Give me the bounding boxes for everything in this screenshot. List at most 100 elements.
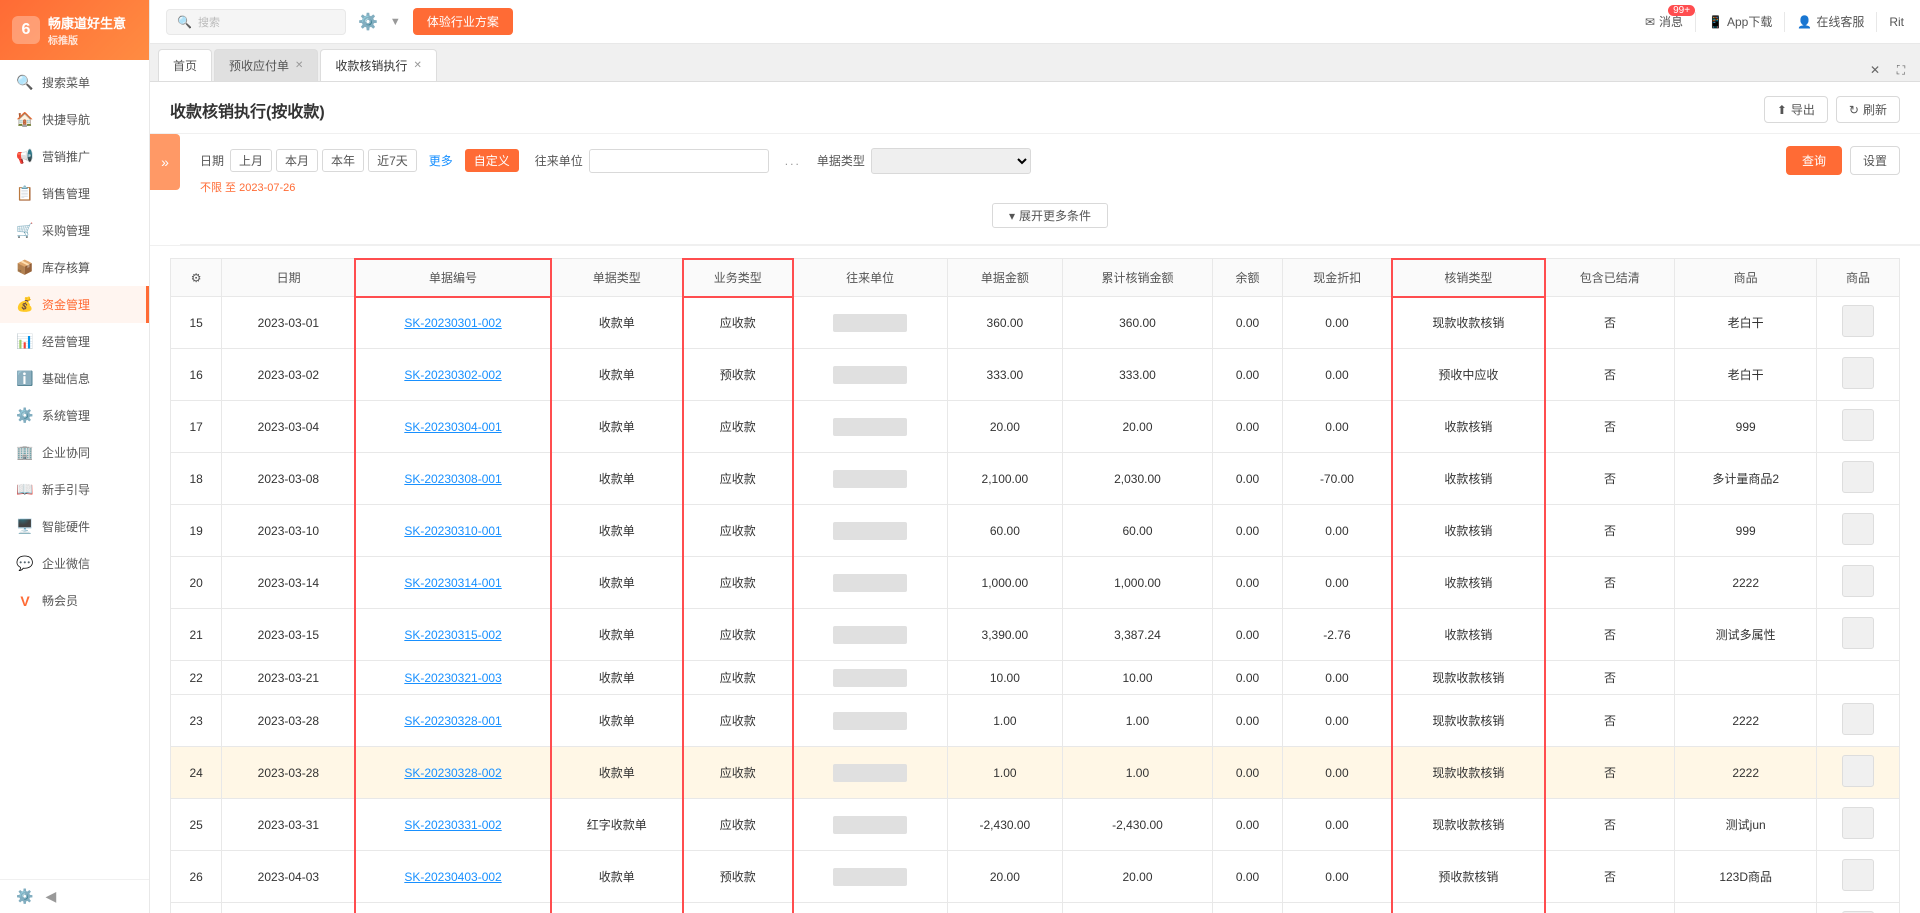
- bill-no-link[interactable]: SK-20230308-001: [404, 472, 501, 486]
- app-download-button[interactable]: 📱 App下载: [1708, 13, 1772, 30]
- cell-include-settled: 否: [1545, 747, 1675, 799]
- finance-icon: 💰: [16, 296, 34, 313]
- cell-verify-type: 预收中应收: [1392, 349, 1544, 401]
- export-button[interactable]: ⬆ 导出: [1764, 96, 1828, 123]
- date-last-month-btn[interactable]: 上月: [230, 149, 272, 172]
- table-body: 152023-03-01SK-20230301-002收款单应收款████360…: [171, 297, 1900, 913]
- bill-no-link[interactable]: SK-20230304-001: [404, 420, 501, 434]
- cell-bill-no[interactable]: SK-20230328-002: [355, 747, 550, 799]
- sidebar-item-purchase[interactable]: 🛒 采购管理: [0, 212, 149, 249]
- date-this-month-btn[interactable]: 本月: [276, 149, 318, 172]
- bill-no-link[interactable]: SK-20230310-001: [404, 524, 501, 538]
- cell-biz-type: 预收款: [683, 851, 793, 903]
- cell-bill-no[interactable]: SK-20230304-001: [355, 401, 550, 453]
- cell-goods: 999: [1675, 401, 1817, 453]
- col-settings[interactable]: ⚙: [171, 259, 222, 297]
- app-edition: 标推版: [48, 32, 126, 47]
- cell-bill-no[interactable]: SK-20230314-001: [355, 557, 550, 609]
- online-service-button[interactable]: 👤 在线客服: [1797, 13, 1864, 30]
- date-filter-label: 日期: [200, 152, 224, 169]
- cell-bill-no[interactable]: SK-20230310-001: [355, 505, 550, 557]
- bill-no-link[interactable]: SK-20230403-002: [404, 870, 501, 884]
- cell-cash-discount: 0.00: [1282, 349, 1392, 401]
- cell-bill-no[interactable]: SK-20230331-002: [355, 799, 550, 851]
- collapse-sidebar-icon[interactable]: ◀: [45, 888, 56, 905]
- sidebar-item-search[interactable]: 🔍 搜索菜单: [0, 64, 149, 101]
- tab-collection-label: 收款核销执行: [335, 57, 407, 74]
- cell-date: 2023-03-14: [222, 557, 356, 609]
- tab-prepay-close-icon[interactable]: ✕: [295, 60, 303, 71]
- col-date: 日期: [222, 259, 356, 297]
- query-button[interactable]: 查询: [1786, 146, 1842, 175]
- cell-bill-no[interactable]: SK-20230301-002: [355, 297, 550, 349]
- cell-balance: 0.00: [1213, 505, 1282, 557]
- sidebar-item-operations[interactable]: 📊 经营管理: [0, 323, 149, 360]
- page-header: 收款核销执行(按收款) ⬆ 导出 ↻ 刷新: [150, 82, 1920, 134]
- sidebar-item-marketing[interactable]: 📢 营销推广: [0, 138, 149, 175]
- sidebar-item-guide[interactable]: 📖 新手引导: [0, 471, 149, 508]
- filter-date-item: 日期 上月 本月 本年 近7天 更多 自定义: [200, 149, 519, 172]
- cell-date: 2023-03-21: [222, 661, 356, 695]
- filter-row-1: 日期 上月 本月 本年 近7天 更多 自定义 往来单位: [200, 146, 1900, 175]
- search-icon: 🔍: [177, 15, 192, 29]
- cell-cum-amount: 1,000.00: [1062, 557, 1213, 609]
- cell-bill-no[interactable]: SK-20230403-002: [355, 851, 550, 903]
- message-button[interactable]: ✉ 消息 99+: [1645, 13, 1683, 30]
- date-this-year-btn[interactable]: 本年: [322, 149, 364, 172]
- sidebar-item-system[interactable]: ⚙️ 系统管理: [0, 397, 149, 434]
- date-7days-btn[interactable]: 近7天: [368, 149, 417, 172]
- expand-conditions-button[interactable]: ▾ 展开更多条件: [992, 203, 1108, 228]
- sidebar-item-hardware[interactable]: 🖥️ 智能硬件: [0, 508, 149, 545]
- cell-bill-no[interactable]: SK-20230315-002: [355, 609, 550, 661]
- tab-maximize-icon[interactable]: ⛶: [1890, 59, 1912, 81]
- cell-bill-no[interactable]: SK-20230408-001: [355, 903, 550, 913]
- tab-collection[interactable]: 收款核销执行 ✕: [320, 49, 436, 81]
- sidebar-item-basic[interactable]: ℹ️ 基础信息: [0, 360, 149, 397]
- cell-bill-no[interactable]: SK-20230321-003: [355, 661, 550, 695]
- search-box[interactable]: 🔍 搜索: [166, 9, 346, 35]
- sidebar-item-quick-nav[interactable]: 🏠 快捷导航: [0, 101, 149, 138]
- sidebar-item-finance[interactable]: 💰 资金管理: [0, 286, 149, 323]
- cell-bill-no[interactable]: SK-20230308-001: [355, 453, 550, 505]
- partner-filter-input[interactable]: [589, 149, 769, 173]
- filter-section: » 日期 上月 本月 本年 近7天 更多 自定义: [150, 134, 1920, 246]
- filter-setting-button[interactable]: 设置: [1850, 146, 1900, 175]
- voucher-type-select[interactable]: [871, 148, 1031, 174]
- sidebar-item-wechat[interactable]: 💬 企业微信: [0, 545, 149, 582]
- refresh-button[interactable]: ↻ 刷新: [1836, 96, 1900, 123]
- cell-goods-img: [1816, 799, 1899, 851]
- sidebar-item-sales[interactable]: 📋 销售管理: [0, 175, 149, 212]
- sidebar-item-enterprise[interactable]: 🏢 企业协同: [0, 434, 149, 471]
- cell-goods: 2222: [1675, 557, 1817, 609]
- date-more-btn[interactable]: 更多: [421, 150, 461, 171]
- bill-no-link[interactable]: SK-20230331-002: [404, 818, 501, 832]
- settings-bottom-icon[interactable]: ⚙️: [16, 888, 33, 905]
- cell-balance: 0.00: [1213, 903, 1282, 913]
- bill-no-link[interactable]: SK-20230321-003: [404, 671, 501, 685]
- bill-no-link[interactable]: SK-20230315-002: [404, 628, 501, 642]
- tab-home[interactable]: 首页: [158, 49, 212, 81]
- cell-no: 15: [171, 297, 222, 349]
- sidebar-item-inventory[interactable]: 📦 库存核算: [0, 249, 149, 286]
- bill-no-link[interactable]: SK-20230314-001: [404, 576, 501, 590]
- user-name[interactable]: Rit: [1889, 15, 1904, 29]
- col-verify-type: 核销类型: [1392, 259, 1544, 297]
- cell-bill-no[interactable]: SK-20230328-001: [355, 695, 550, 747]
- tab-collection-close-icon[interactable]: ✕: [413, 60, 421, 71]
- cell-cum-amount: 1.00: [1062, 747, 1213, 799]
- cell-bill-no[interactable]: SK-20230302-002: [355, 349, 550, 401]
- settings-gear-icon[interactable]: ⚙️: [358, 12, 378, 32]
- cell-goods-img: [1816, 903, 1899, 913]
- bill-no-link[interactable]: SK-20230301-002: [404, 316, 501, 330]
- tab-close-all-icon[interactable]: ✕: [1864, 59, 1886, 81]
- cell-amount: 100.00: [948, 903, 1063, 913]
- sidebar-item-member[interactable]: V 畅会员: [0, 582, 149, 619]
- bill-no-link[interactable]: SK-20230302-002: [404, 368, 501, 382]
- bill-no-link[interactable]: SK-20230328-002: [404, 766, 501, 780]
- date-custom-btn[interactable]: 自定义: [465, 149, 519, 172]
- filter-collapse-button[interactable]: »: [150, 134, 180, 190]
- solution-button[interactable]: 体验行业方案: [413, 8, 513, 35]
- bill-no-link[interactable]: SK-20230328-001: [404, 714, 501, 728]
- cell-partner: ████: [793, 349, 948, 401]
- tab-prepay[interactable]: 预收应付单 ✕: [214, 49, 318, 81]
